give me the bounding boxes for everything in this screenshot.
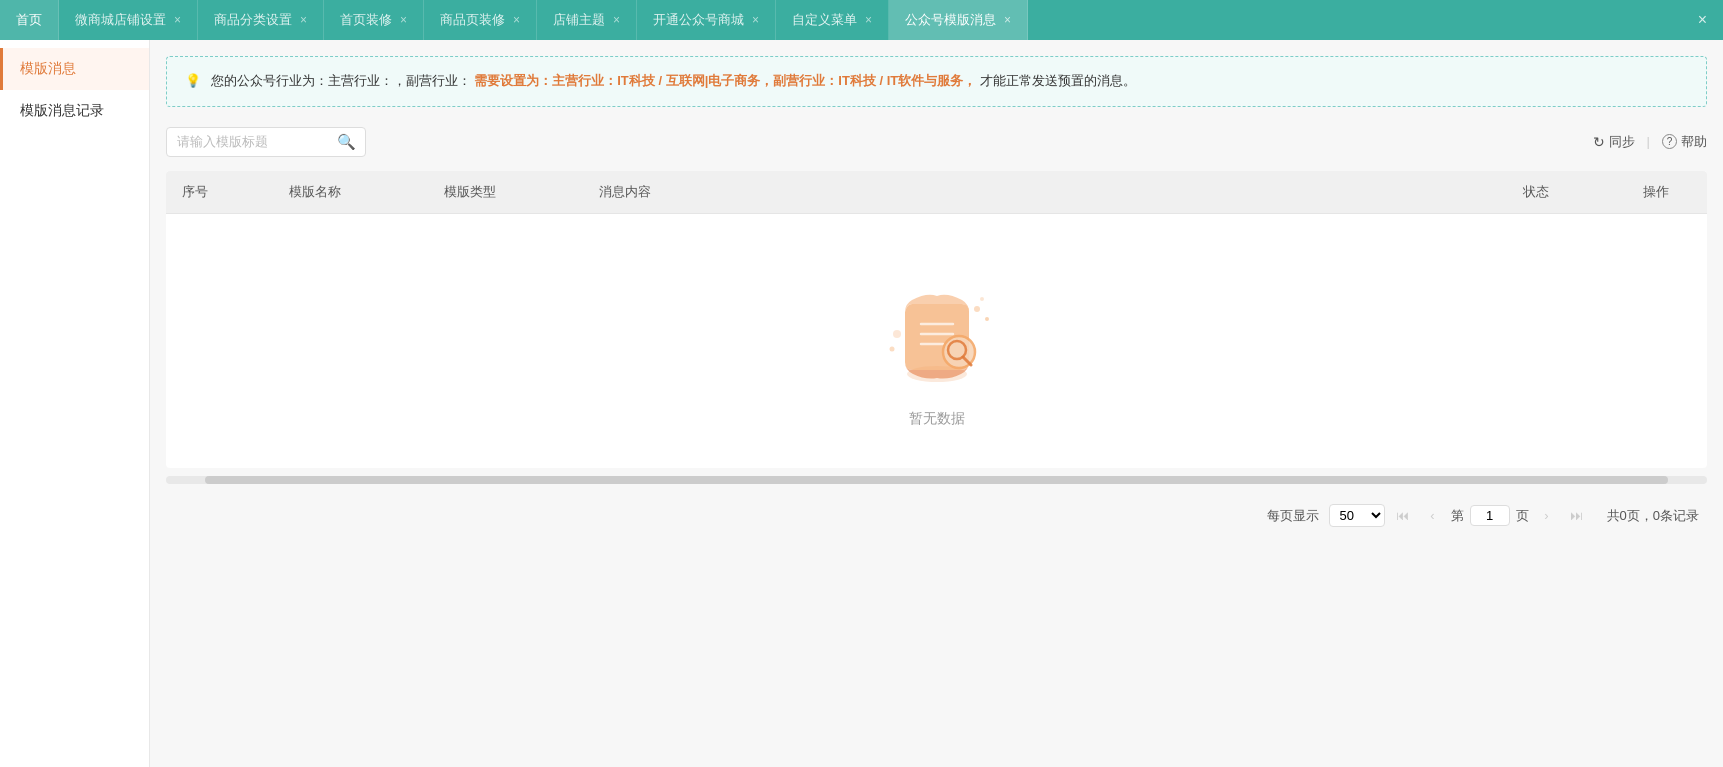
empty-state: 暂无数据 (166, 214, 1707, 468)
tab-item-mall[interactable]: 开通公众号商城× (637, 0, 776, 40)
tab-close-theme[interactable]: × (613, 13, 620, 27)
table-header: 序号模版名称模版类型消息内容状态操作 (166, 171, 1707, 214)
tab-item-menu[interactable]: 自定义菜单× (776, 0, 889, 40)
tab-close-product[interactable]: × (513, 13, 520, 27)
col-header-type: 模版类型 (428, 171, 583, 214)
main-layout: 模版消息模版消息记录 💡 您的公众号行业为：主营行业：，副营行业： 需要设置为：… (0, 40, 1723, 767)
sync-button[interactable]: ↻ 同步 (1593, 133, 1635, 151)
notice-prefix: 您的公众号行业为：主营行业：，副营行业： (211, 73, 471, 88)
col-header-content: 消息内容 (583, 171, 1507, 214)
col-header-name: 模版名称 (273, 171, 428, 214)
close-all-button[interactable]: × (1682, 11, 1723, 29)
notice-icon: 💡 (185, 73, 201, 88)
table-header-row: 序号模版名称模版类型消息内容状态操作 (166, 171, 1707, 214)
pagination: 每页显示 50 20 100 ⏮ ‹ 第 页 › ⏭ 共0页，0条记录 (166, 492, 1707, 532)
svg-point-11 (889, 346, 894, 351)
data-table: 序号模版名称模版类型消息内容状态操作 (166, 171, 1707, 468)
svg-point-9 (980, 297, 984, 301)
table-body: 暂无数据 (166, 213, 1707, 468)
page-input[interactable] (1470, 505, 1510, 526)
svg-point-7 (974, 306, 980, 312)
tab-item-home[interactable]: 首页 (0, 0, 59, 40)
search-left: 🔍 (166, 127, 366, 157)
search-right: ↻ 同步 | ? 帮助 (1593, 133, 1707, 151)
svg-point-10 (893, 330, 901, 338)
sidebar: 模版消息模版消息记录 (0, 40, 150, 767)
divider: | (1647, 134, 1650, 149)
col-header-action: 操作 (1627, 171, 1707, 214)
empty-row: 暂无数据 (166, 213, 1707, 468)
notice-box: 💡 您的公众号行业为：主营行业：，副营行业： 需要设置为：主营行业：IT科技 /… (166, 56, 1707, 107)
tab-item-theme[interactable]: 店铺主题× (537, 0, 637, 40)
empty-text: 暂无数据 (166, 410, 1707, 428)
per-page-select[interactable]: 50 20 100 (1329, 504, 1385, 527)
total-label: 共0页，0条记录 (1607, 507, 1699, 525)
sidebar-item-template-log[interactable]: 模版消息记录 (0, 90, 149, 132)
page-label: 页 (1516, 507, 1529, 525)
content-area: 💡 您的公众号行业为：主营行业：，副营行业： 需要设置为：主营行业：IT科技 /… (150, 40, 1723, 767)
scroll-area[interactable] (166, 476, 1707, 484)
search-icon[interactable]: 🔍 (337, 133, 356, 151)
tab-item-product[interactable]: 商品页装修× (424, 0, 537, 40)
help-label: 帮助 (1681, 133, 1707, 151)
tab-close-homepage[interactable]: × (400, 13, 407, 27)
next-page-button[interactable]: › (1535, 504, 1559, 528)
tab-close-mall[interactable]: × (752, 13, 759, 27)
per-page-label: 每页显示 (1267, 507, 1319, 525)
notice-highlight: 需要设置为：主营行业：IT科技 / 互联网|电子商务，副营行业：IT科技 / I… (474, 73, 976, 88)
tab-item-homepage[interactable]: 首页装修× (324, 0, 424, 40)
tab-bar: 首页微商城店铺设置×商品分类设置×首页装修×商品页装修×店铺主题×开通公众号商城… (0, 0, 1723, 40)
page-di-label: 第 (1451, 507, 1464, 525)
search-input[interactable] (177, 134, 337, 149)
col-header-index: 序号 (166, 171, 273, 214)
search-input-wrapper: 🔍 (166, 127, 366, 157)
tab-close-weshop[interactable]: × (174, 13, 181, 27)
last-page-button[interactable]: ⏭ (1565, 504, 1589, 528)
sync-label: 同步 (1609, 133, 1635, 151)
sync-icon: ↻ (1593, 134, 1605, 150)
tab-close-template[interactable]: × (1004, 13, 1011, 27)
search-bar: 🔍 ↻ 同步 | ? 帮助 (166, 127, 1707, 157)
notice-suffix: 才能正常发送预置的消息。 (980, 73, 1136, 88)
tab-item-template[interactable]: 公众号模版消息× (889, 0, 1028, 40)
col-header-status: 状态 (1507, 171, 1627, 214)
sidebar-item-template-msg[interactable]: 模版消息 (0, 48, 149, 90)
first-page-button[interactable]: ⏮ (1391, 504, 1415, 528)
help-icon: ? (1662, 134, 1677, 149)
tab-item-category[interactable]: 商品分类设置× (198, 0, 324, 40)
tab-close-menu[interactable]: × (865, 13, 872, 27)
tab-item-weshop[interactable]: 微商城店铺设置× (59, 0, 198, 40)
svg-point-8 (985, 317, 989, 321)
prev-page-button[interactable]: ‹ (1421, 504, 1445, 528)
empty-illustration (877, 274, 997, 394)
help-button[interactable]: ? 帮助 (1662, 133, 1707, 151)
tab-close-category[interactable]: × (300, 13, 307, 27)
scrollbar-thumb[interactable] (205, 476, 1669, 484)
